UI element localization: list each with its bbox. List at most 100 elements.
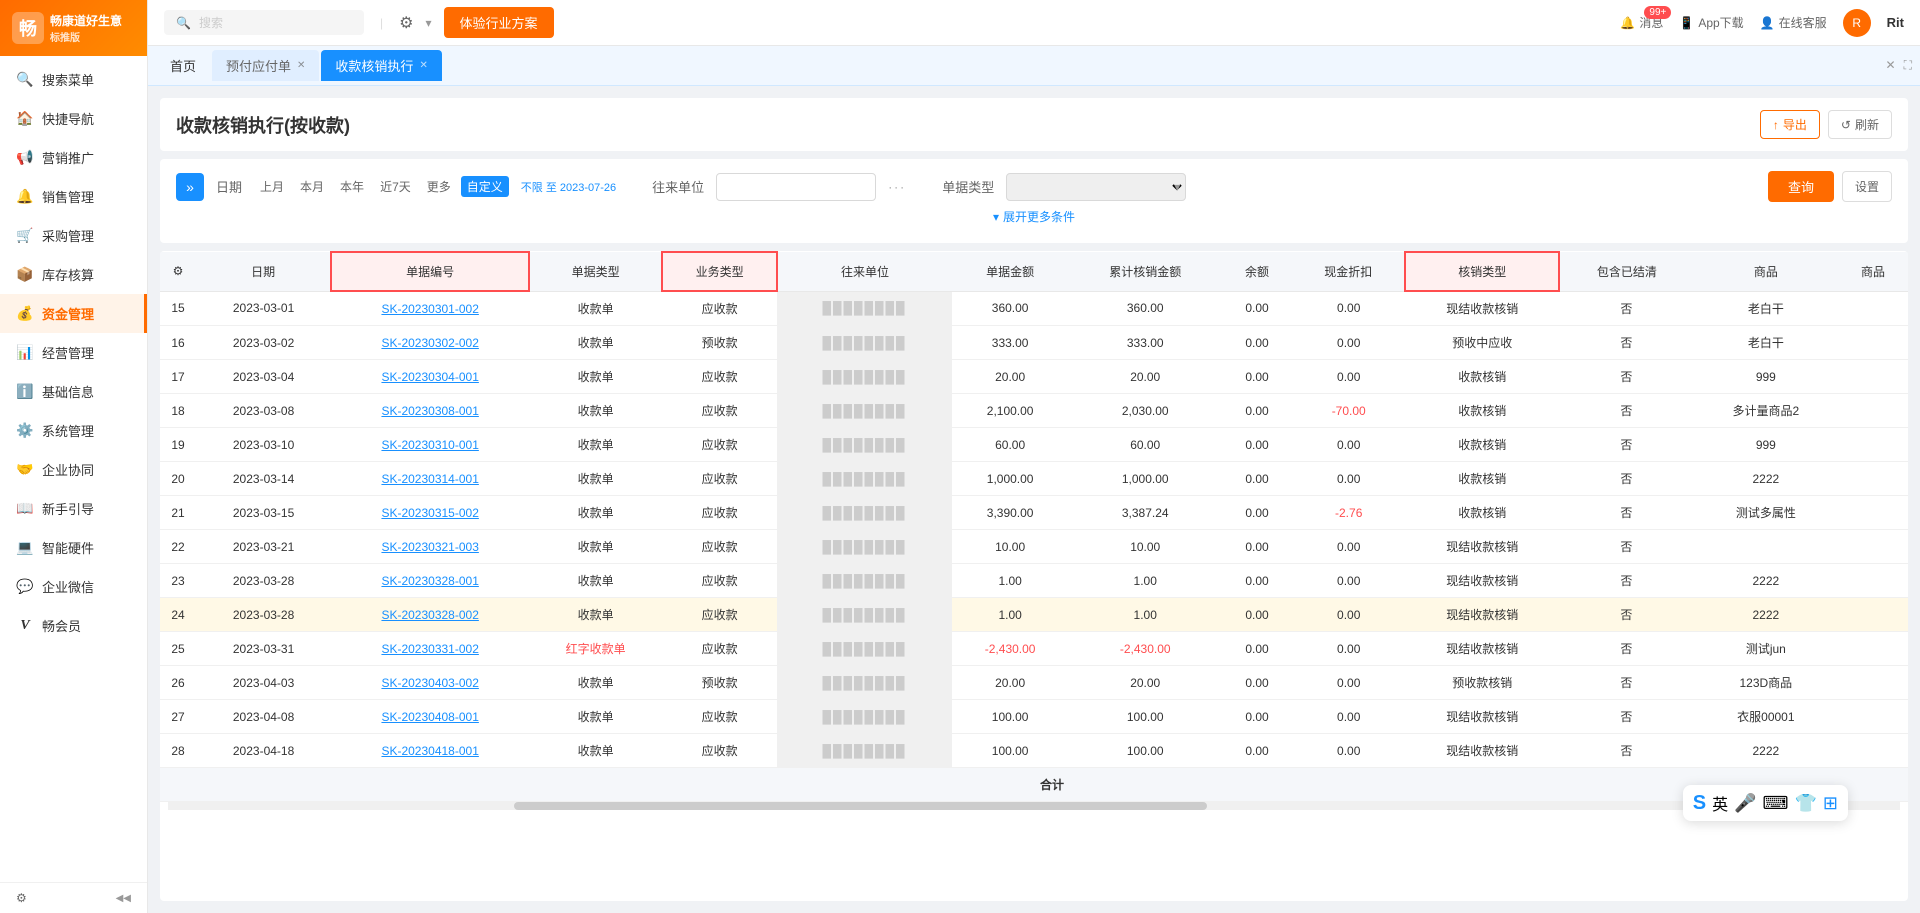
horizontal-scrollbar[interactable] bbox=[168, 802, 1900, 810]
row-docno[interactable]: SK-20230301-002 bbox=[331, 291, 529, 326]
date-btn-more[interactable]: 更多 bbox=[421, 176, 457, 197]
col-amount-header[interactable]: 单据金额 bbox=[952, 252, 1069, 291]
doc-no-link[interactable]: SK-20230331-002 bbox=[381, 642, 478, 656]
row-docno[interactable]: SK-20230321-003 bbox=[331, 530, 529, 564]
date-btn-custom[interactable]: 自定义 bbox=[461, 176, 509, 197]
sidebar-item-wechat[interactable]: 💬 企业微信 bbox=[0, 567, 147, 606]
sidebar-item-hardware[interactable]: 💻 智能硬件 bbox=[0, 528, 147, 567]
sidebar-item-finance[interactable]: 💰 资金管理 bbox=[0, 294, 147, 333]
tab-expand-icon[interactable]: ⛶ bbox=[1904, 58, 1912, 73]
sidebar-item-member[interactable]: V 畅会员 bbox=[0, 606, 147, 645]
date-btn-last-month[interactable]: 上月 bbox=[254, 176, 290, 197]
sidebar-item-system-label: 系统管理 bbox=[42, 421, 94, 440]
gear-settings-icon[interactable]: ⚙ bbox=[399, 13, 413, 33]
col-balance-header[interactable]: 余额 bbox=[1222, 252, 1292, 291]
doc-no-link[interactable]: SK-20230321-003 bbox=[381, 540, 478, 554]
row-docno[interactable]: SK-20230403-002 bbox=[331, 666, 529, 700]
dropdown-arrow-icon[interactable]: ▾ bbox=[425, 16, 431, 30]
col-cashdiscount-header[interactable]: 现金折扣 bbox=[1292, 252, 1406, 291]
doc-no-link[interactable]: SK-20230418-001 bbox=[381, 744, 478, 758]
col-settings-header[interactable]: ⚙ bbox=[160, 252, 196, 291]
sidebar-item-quicknav[interactable]: 🏠 快捷导航 bbox=[0, 99, 147, 138]
sidebar-item-enterprise[interactable]: 🤝 企业协同 bbox=[0, 450, 147, 489]
doc-no-link[interactable]: SK-20230315-002 bbox=[381, 506, 478, 520]
export-button[interactable]: ↑ 导出 bbox=[1760, 110, 1820, 139]
row-verifytype: 现结收款核销 bbox=[1405, 530, 1559, 564]
tab-payable[interactable]: 预付应付单 ✕ bbox=[212, 50, 319, 81]
row-verifytype: 现结收款核销 bbox=[1405, 598, 1559, 632]
row-docno[interactable]: SK-20230310-001 bbox=[331, 428, 529, 462]
row-balance: 0.00 bbox=[1222, 462, 1292, 496]
date-btn-this-month[interactable]: 本月 bbox=[294, 176, 330, 197]
date-btn-this-year[interactable]: 本年 bbox=[334, 176, 370, 197]
col-date-header[interactable]: 日期 bbox=[196, 252, 331, 291]
doc-no-link[interactable]: SK-20230310-001 bbox=[381, 438, 478, 452]
row-amount: 10.00 bbox=[952, 530, 1069, 564]
doc-no-link[interactable]: SK-20230304-001 bbox=[381, 370, 478, 384]
sidebar-item-guide[interactable]: 📖 新手引导 bbox=[0, 489, 147, 528]
sidebar-item-operation[interactable]: 📊 经营管理 bbox=[0, 333, 147, 372]
sidebar-item-purchase[interactable]: 🛒 采购管理 bbox=[0, 216, 147, 255]
row-docno[interactable]: SK-20230408-001 bbox=[331, 700, 529, 734]
row-verifytype: 收款核销 bbox=[1405, 496, 1559, 530]
topbar-search-icon: 🔍 bbox=[176, 16, 191, 30]
voucher-type-select[interactable] bbox=[1006, 173, 1186, 201]
tab-collection-close-icon[interactable]: ✕ bbox=[419, 60, 427, 71]
user-avatar[interactable]: R bbox=[1843, 9, 1871, 37]
filter-toggle-button[interactable]: » bbox=[176, 173, 204, 201]
partner-input[interactable] bbox=[716, 173, 876, 201]
doc-no-link[interactable]: SK-20230328-001 bbox=[381, 574, 478, 588]
row-docno[interactable]: SK-20230302-002 bbox=[331, 326, 529, 360]
row-docno[interactable]: SK-20230314-001 bbox=[331, 462, 529, 496]
doc-no-link[interactable]: SK-20230302-002 bbox=[381, 336, 478, 350]
sidebar-item-sales[interactable]: 🔔 销售管理 bbox=[0, 177, 147, 216]
col-doctype-header[interactable]: 单据类型 bbox=[529, 252, 662, 291]
sidebar-item-marketing[interactable]: 📢 营销推广 bbox=[0, 138, 147, 177]
col-goods2-header[interactable]: 商品 bbox=[1838, 252, 1908, 291]
setting-button[interactable]: 设置 bbox=[1842, 171, 1892, 202]
sidebar-item-search[interactable]: 🔍 搜索菜单 bbox=[0, 60, 147, 99]
filter-dots: ··· bbox=[888, 180, 906, 194]
collapse-icon[interactable]: ◀◀ bbox=[116, 893, 131, 904]
col-includesettled-header[interactable]: 包含已结清 bbox=[1559, 252, 1693, 291]
doc-no-link[interactable]: SK-20230301-002 bbox=[381, 302, 478, 316]
expand-more-button[interactable]: ▾ 展开更多条件 bbox=[176, 202, 1892, 231]
row-docno[interactable]: SK-20230304-001 bbox=[331, 360, 529, 394]
tab-home[interactable]: 首页 bbox=[156, 50, 210, 81]
sidebar-item-inventory[interactable]: 📦 库存核算 bbox=[0, 255, 147, 294]
sidebar-item-system[interactable]: ⚙️ 系统管理 bbox=[0, 411, 147, 450]
message-badge[interactable]: 🔔 消息 99+ bbox=[1620, 14, 1663, 31]
col-biztype-header[interactable]: 业务类型 bbox=[662, 252, 777, 291]
row-docno[interactable]: SK-20230331-002 bbox=[331, 632, 529, 666]
solution-button[interactable]: 体验行业方案 bbox=[444, 7, 554, 38]
doc-no-link[interactable]: SK-20230403-002 bbox=[381, 676, 478, 690]
sidebar-item-basic[interactable]: ℹ️ 基础信息 bbox=[0, 372, 147, 411]
row-docno[interactable]: SK-20230418-001 bbox=[331, 734, 529, 768]
col-cumamount-header[interactable]: 累计核销金额 bbox=[1068, 252, 1222, 291]
footer-total-label: 合计 bbox=[196, 768, 1908, 802]
date-btn-7days[interactable]: 近7天 bbox=[374, 176, 417, 197]
tab-payable-close-icon[interactable]: ✕ bbox=[297, 60, 305, 71]
row-docno[interactable]: SK-20230308-001 bbox=[331, 394, 529, 428]
query-button[interactable]: 查询 bbox=[1768, 171, 1834, 202]
col-goods-header[interactable]: 商品 bbox=[1694, 252, 1838, 291]
row-docno[interactable]: SK-20230315-002 bbox=[331, 496, 529, 530]
row-docno[interactable]: SK-20230328-001 bbox=[331, 564, 529, 598]
row-docno[interactable]: SK-20230328-002 bbox=[331, 598, 529, 632]
col-verifytype-header[interactable]: 核销类型 bbox=[1405, 252, 1559, 291]
doc-no-link[interactable]: SK-20230308-001 bbox=[381, 404, 478, 418]
doc-no-link[interactable]: SK-20230408-001 bbox=[381, 710, 478, 724]
online-service[interactable]: 👤 在线客服 bbox=[1760, 14, 1827, 31]
refresh-button[interactable]: ↺ 刷新 bbox=[1828, 110, 1892, 139]
doc-no-link[interactable]: SK-20230314-001 bbox=[381, 472, 478, 486]
settings-icon[interactable]: ⚙ bbox=[16, 891, 27, 905]
tab-close-all-icon[interactable]: ✕ bbox=[1886, 58, 1896, 73]
topbar-search[interactable]: 🔍 搜索 bbox=[164, 10, 364, 35]
scrollbar-thumb[interactable] bbox=[514, 802, 1207, 810]
tab-collection[interactable]: 收款核销执行 ✕ bbox=[321, 50, 441, 81]
doc-no-link[interactable]: SK-20230328-002 bbox=[381, 608, 478, 622]
app-download[interactable]: 📱 App下载 bbox=[1679, 14, 1743, 31]
row-goods2 bbox=[1838, 394, 1908, 428]
col-partner-header[interactable]: 往来单位 bbox=[777, 252, 952, 291]
col-docno-header[interactable]: 单据编号 bbox=[331, 252, 529, 291]
